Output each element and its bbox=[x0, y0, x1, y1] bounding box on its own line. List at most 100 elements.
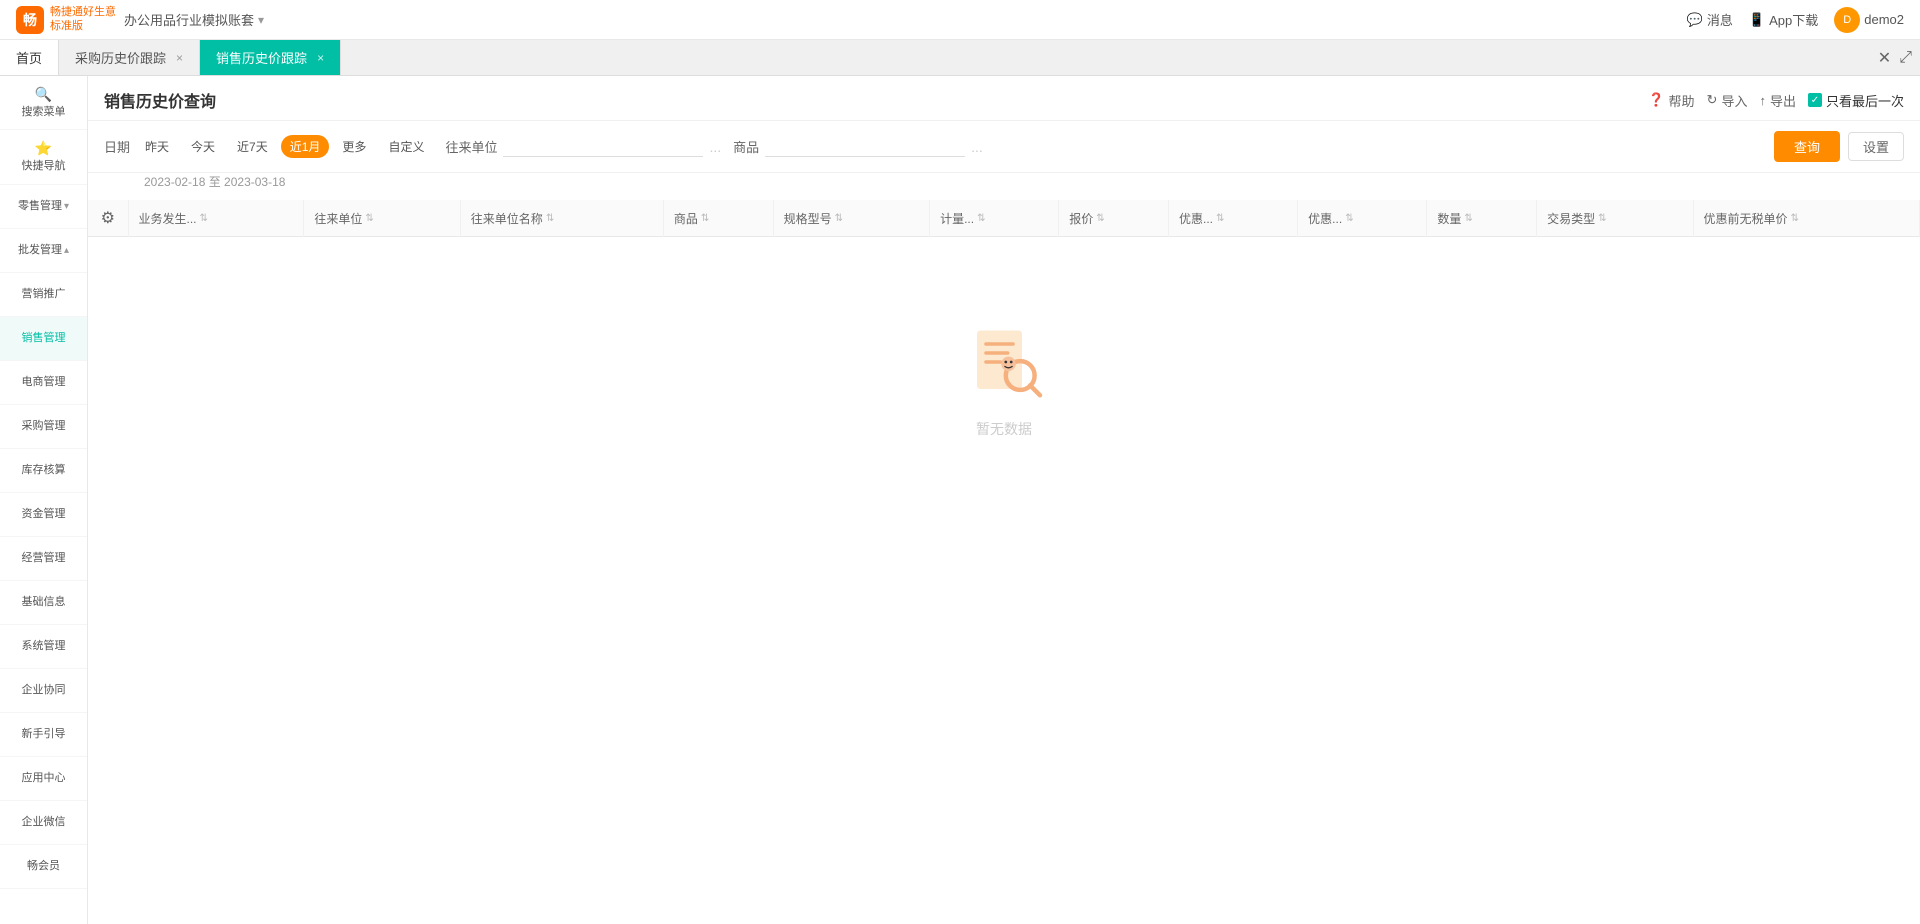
table-col-spec[interactable]: 规格型号 ⇅ bbox=[773, 200, 929, 237]
settings-button[interactable]: 设置 bbox=[1848, 132, 1904, 161]
tab-home-label: 首页 bbox=[16, 48, 42, 67]
date-range-text: 2023-02-18 至 2023-03-18 bbox=[144, 173, 285, 190]
date-btn-custom[interactable]: 自定义 bbox=[379, 135, 433, 158]
sidebar-item-finance[interactable]: 资金管理 bbox=[0, 493, 87, 537]
product-input[interactable] bbox=[765, 137, 965, 157]
message-button[interactable]: 💬 消息 bbox=[1687, 10, 1733, 29]
table-col-trade-type[interactable]: 交易类型 ⇅ bbox=[1537, 200, 1693, 237]
sidebar-item-system[interactable]: 系统管理 bbox=[0, 625, 87, 669]
import-icon: ↻ bbox=[1707, 92, 1718, 108]
sidebar-item-inventory[interactable]: 库存核算 bbox=[0, 449, 87, 493]
chevron-down-icon: ▾ bbox=[258, 13, 264, 27]
export-button[interactable]: ↑ 导出 bbox=[1759, 91, 1796, 110]
content-area: 销售历史价查询 ❓ 帮助 ↻ 导入 ↑ 导出 ✓ 只看最后一次 bbox=[88, 76, 1920, 924]
sidebar-item-guide[interactable]: 新手引导 bbox=[0, 713, 87, 757]
search-icon: 🔍 bbox=[35, 86, 52, 103]
settings-gear-icon[interactable]: ⚙ bbox=[101, 210, 115, 227]
tab-sales-history-label: 销售历史价跟踪 bbox=[216, 48, 307, 67]
query-button[interactable]: 查询 bbox=[1774, 131, 1840, 162]
date-btn-yesterday[interactable]: 昨天 bbox=[136, 135, 178, 158]
empty-state-icon bbox=[959, 317, 1049, 407]
partner-filter-group: 往来单位 ... bbox=[445, 137, 721, 157]
filter-actions: 查询 设置 bbox=[1774, 131, 1904, 162]
tab-home[interactable]: 首页 bbox=[0, 40, 59, 75]
partner-dots[interactable]: ... bbox=[709, 139, 721, 155]
date-btn-last1month[interactable]: 近1月 bbox=[281, 135, 330, 158]
message-icon: 💬 bbox=[1687, 12, 1703, 28]
tab-sales-history[interactable]: 销售历史价跟踪 × bbox=[200, 40, 341, 75]
partner-filter-label: 往来单位 bbox=[445, 137, 497, 156]
sidebar-item-ecommerce[interactable]: 电商管理 bbox=[0, 361, 87, 405]
sort-icon: ⇅ bbox=[977, 213, 985, 224]
tab-controls: ✕ ⤢ bbox=[1870, 40, 1920, 75]
table-col-settings[interactable]: ⚙ bbox=[88, 200, 128, 237]
sidebar-item-search[interactable]: 🔍 搜索菜单 bbox=[0, 76, 87, 130]
import-button[interactable]: ↻ 导入 bbox=[1707, 91, 1748, 110]
sidebar-item-wechat[interactable]: 企业微信 bbox=[0, 801, 87, 845]
date-btn-last7days[interactable]: 近7天 bbox=[228, 135, 277, 158]
sidebar-item-app-center[interactable]: 应用中心 bbox=[0, 757, 87, 801]
table-container: ⚙ 业务发生... ⇅ 往来单位 ⇅ bbox=[88, 200, 1920, 924]
table-col-partner-name[interactable]: 往来单位名称 ⇅ bbox=[460, 200, 663, 237]
table-col-pre-tax-price[interactable]: 优惠前无税单价 ⇅ bbox=[1693, 200, 1919, 237]
tab-purchase-history[interactable]: 采购历史价跟踪 × bbox=[59, 40, 200, 75]
sort-icon: ⇅ bbox=[365, 213, 373, 224]
date-filter-group: 日期 昨天 今天 近7天 近1月 更多 自定义 bbox=[104, 135, 433, 158]
table-col-product[interactable]: 商品 ⇅ bbox=[663, 200, 773, 237]
sidebar-item-quick-nav[interactable]: ⭐ 快捷导航 bbox=[0, 130, 87, 184]
sidebar-item-basics[interactable]: 基础信息 bbox=[0, 581, 87, 625]
sidebar-item-retail[interactable]: 零售管理 ▾ bbox=[0, 185, 87, 229]
avatar: D bbox=[1834, 7, 1860, 33]
industry-selector[interactable]: 办公用品行业模拟账套 ▾ bbox=[124, 10, 264, 29]
empty-text: 暂无数据 bbox=[976, 419, 1032, 439]
sidebar-item-marketing[interactable]: 营销推广 bbox=[0, 273, 87, 317]
chevron-up-icon: ▴ bbox=[64, 245, 69, 256]
tab-sales-close-icon[interactable]: × bbox=[317, 51, 324, 65]
tab-purchase-history-label: 采购历史价跟踪 bbox=[75, 48, 166, 67]
table-col-quote[interactable]: 报价 ⇅ bbox=[1059, 200, 1169, 237]
product-filter-label: 商品 bbox=[733, 137, 759, 156]
table-col-partner-code[interactable]: 往来单位 ⇅ bbox=[304, 200, 460, 237]
download-icon: 📱 bbox=[1749, 12, 1765, 28]
sort-icon: ⇅ bbox=[701, 213, 709, 224]
export-icon: ↑ bbox=[1759, 93, 1766, 108]
partner-input[interactable] bbox=[503, 137, 703, 157]
date-buttons: 昨天 今天 近7天 近1月 更多 自定义 bbox=[136, 135, 433, 158]
logo-area: 畅 畅捷通好生意 标准版 bbox=[16, 6, 116, 34]
table-col-biz-date[interactable]: 业务发生... ⇅ bbox=[128, 200, 304, 237]
tab-purchase-close-icon[interactable]: × bbox=[176, 51, 183, 65]
date-btn-today[interactable]: 今天 bbox=[182, 135, 224, 158]
page-title: 销售历史价查询 bbox=[104, 88, 216, 112]
empty-state: 暂无数据 bbox=[88, 237, 1920, 519]
sidebar-item-wholesale[interactable]: 批发管理 ▴ bbox=[0, 229, 87, 273]
sidebar-item-operations[interactable]: 经营管理 bbox=[0, 537, 87, 581]
only-last-checkbox-label[interactable]: ✓ 只看最后一次 bbox=[1808, 91, 1904, 110]
sidebar-item-member[interactable]: 畅会员 bbox=[0, 845, 87, 889]
table-col-discount2[interactable]: 优惠... ⇅ bbox=[1298, 200, 1427, 237]
help-button[interactable]: ❓ 帮助 bbox=[1648, 91, 1694, 110]
date-btn-more[interactable]: 更多 bbox=[333, 135, 375, 158]
maximize-button[interactable]: ⤢ bbox=[1899, 49, 1912, 67]
table-col-unit[interactable]: 计量... ⇅ bbox=[930, 200, 1059, 237]
table-col-quantity[interactable]: 数量 ⇅ bbox=[1427, 200, 1537, 237]
top-bar-right: 💬 消息 📱 App下载 D demo2 bbox=[1687, 7, 1904, 33]
sort-icon: ⇅ bbox=[1791, 213, 1799, 224]
filter-bar: 日期 昨天 今天 近7天 近1月 更多 自定义 往来单位 ... 商品 ... bbox=[88, 121, 1920, 173]
close-tab-button[interactable]: ✕ bbox=[1878, 48, 1891, 68]
sidebar-item-enterprise[interactable]: 企业协同 bbox=[0, 669, 87, 713]
table-col-discount1[interactable]: 优惠... ⇅ bbox=[1168, 200, 1297, 237]
sort-icon: ⇅ bbox=[200, 213, 208, 224]
logo-text: 畅捷通好生意 标准版 bbox=[50, 6, 116, 32]
sort-icon: ⇅ bbox=[1345, 213, 1353, 224]
product-dots[interactable]: ... bbox=[971, 139, 983, 155]
sidebar-item-purchase-mgmt[interactable]: 采购管理 bbox=[0, 405, 87, 449]
app-download-button[interactable]: 📱 App下载 bbox=[1749, 10, 1818, 29]
top-bar-left: 畅 畅捷通好生意 标准版 办公用品行业模拟账套 ▾ bbox=[16, 6, 264, 34]
date-range-row: 2023-02-18 至 2023-03-18 bbox=[88, 173, 1920, 200]
top-bar: 畅 畅捷通好生意 标准版 办公用品行业模拟账套 ▾ 💬 消息 📱 App下载 D… bbox=[0, 0, 1920, 40]
logo-icon: 畅 bbox=[16, 6, 44, 34]
user-menu[interactable]: D demo2 bbox=[1834, 7, 1904, 33]
product-filter-group: 商品 ... bbox=[733, 137, 983, 157]
sidebar-item-sales-mgmt[interactable]: 销售管理 bbox=[0, 317, 87, 361]
sort-icon: ⇅ bbox=[835, 213, 843, 224]
